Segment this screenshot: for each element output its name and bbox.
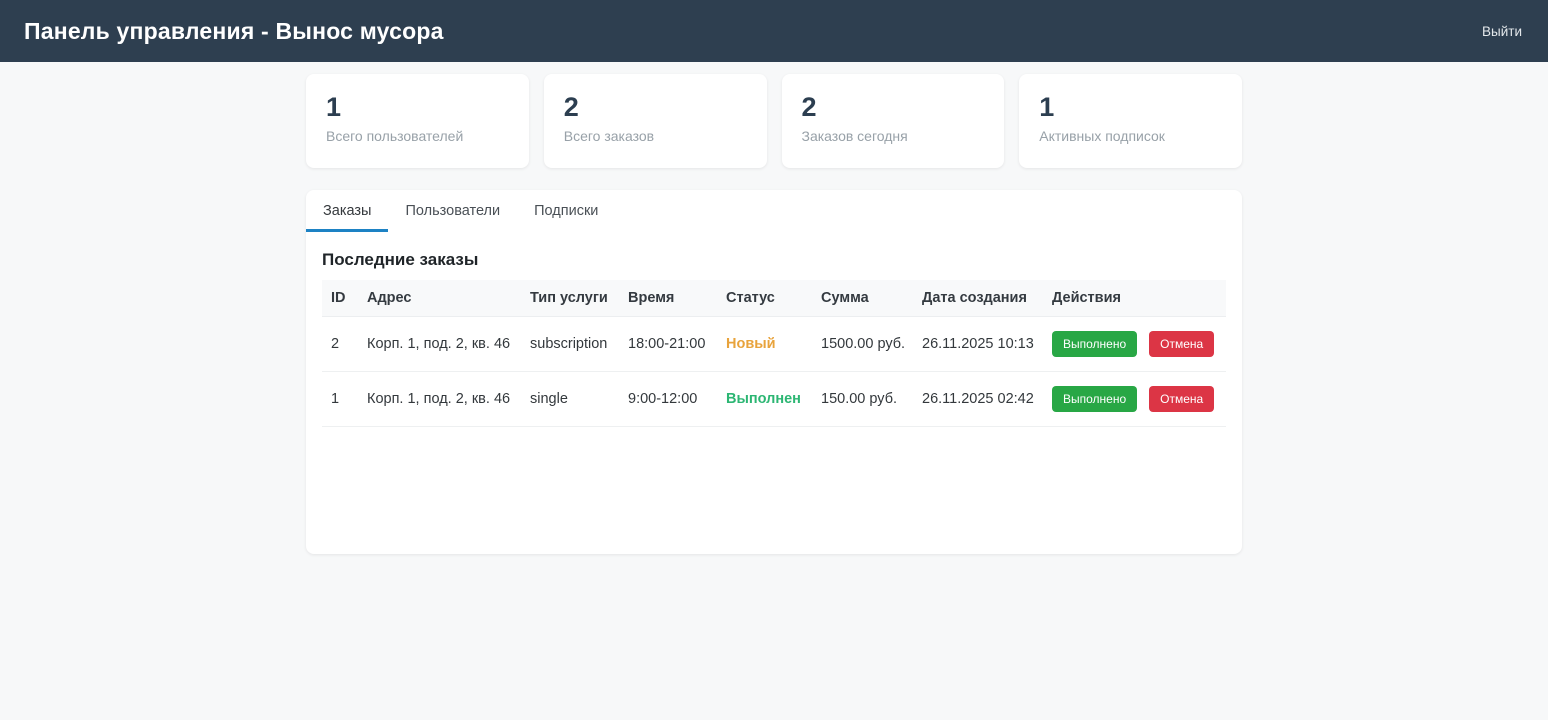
- col-header-amount: Сумма: [812, 280, 913, 317]
- stat-label: Всего заказов: [563, 127, 655, 144]
- tab-bar: Заказы Пользователи Подписки: [306, 190, 1242, 232]
- stat-value: 2: [801, 92, 817, 122]
- tab-users[interactable]: Пользователи: [388, 190, 517, 232]
- stat-value: 1: [326, 92, 342, 122]
- cancel-order-button[interactable]: Отмена: [1149, 331, 1215, 357]
- stats-row: 1 Всего пользователей 2 Всего заказов 2 …: [306, 74, 1242, 168]
- stat-value: 1: [1039, 92, 1055, 122]
- tab-orders[interactable]: Заказы: [306, 190, 389, 232]
- stat-card-total-orders: 2 Всего заказов: [543, 74, 767, 168]
- order-address: Корп. 1, под. 2, кв. 46: [358, 371, 521, 427]
- order-created-at: 26.11.2025 10:13: [913, 316, 1043, 372]
- order-amount: 1500.00 руб.: [812, 316, 913, 372]
- stat-card-total-users: 1 Всего пользователей: [306, 74, 529, 168]
- order-id: 2: [322, 316, 358, 372]
- stat-label: Всего пользователей: [326, 127, 464, 144]
- content-panel: Заказы Пользователи Подписки Последние з…: [306, 190, 1242, 554]
- logout-button[interactable]: Выйти: [1482, 24, 1522, 39]
- orders-section-title: Последние заказы: [322, 250, 479, 269]
- orders-table-header: ID Адрес Тип услуги Время Статус Сумма Д…: [322, 280, 1226, 317]
- complete-order-button[interactable]: Выполнено: [1052, 331, 1138, 357]
- table-row: 1 Корп. 1, под. 2, кв. 46 single 9:00-12…: [322, 371, 1226, 427]
- order-actions: Выполнено Отмена: [1043, 316, 1226, 372]
- table-row: 2 Корп. 1, под. 2, кв. 46 subscription 1…: [322, 316, 1226, 372]
- order-created-at: 26.11.2025 02:42: [913, 371, 1043, 427]
- cancel-order-button[interactable]: Отмена: [1149, 386, 1215, 412]
- order-actions: Выполнено Отмена: [1043, 371, 1226, 427]
- col-header-actions: Действия: [1043, 280, 1226, 317]
- order-time: 18:00-21:00: [619, 316, 717, 372]
- stat-card-orders-today: 2 Заказов сегодня: [781, 74, 1005, 168]
- order-time: 9:00-12:00: [619, 371, 717, 427]
- stat-card-active-subscriptions: 1 Активных подписок: [1019, 74, 1242, 168]
- orders-tab-content: Последние заказы ID Адрес Тип услуги Вре…: [306, 232, 1242, 443]
- col-header-time: Время: [619, 280, 717, 317]
- col-header-created: Дата создания: [913, 280, 1043, 317]
- order-id: 1: [322, 371, 358, 427]
- col-header-service-type: Тип услуги: [521, 280, 619, 317]
- complete-order-button[interactable]: Выполнено: [1052, 386, 1138, 412]
- stat-label: Активных подписок: [1039, 127, 1165, 144]
- stat-value: 2: [563, 92, 579, 122]
- order-status: Новый: [717, 316, 812, 372]
- order-service-type: subscription: [521, 316, 619, 372]
- order-address: Корп. 1, под. 2, кв. 46: [358, 316, 521, 372]
- col-header-id: ID: [322, 280, 358, 317]
- order-amount: 150.00 руб.: [812, 371, 913, 427]
- top-navbar: Панель управления - Вынос мусора Выйти: [0, 0, 1548, 62]
- orders-table: ID Адрес Тип услуги Время Статус Сумма Д…: [322, 280, 1226, 427]
- col-header-address: Адрес: [358, 280, 521, 317]
- col-header-status: Статус: [717, 280, 812, 317]
- page-title: Панель управления - Вынос мусора: [24, 17, 444, 44]
- order-status: Выполнен: [717, 371, 812, 427]
- tab-subscriptions[interactable]: Подписки: [517, 190, 615, 232]
- main-container: 1 Всего пользователей 2 Всего заказов 2 …: [306, 74, 1242, 554]
- order-service-type: single: [521, 371, 619, 427]
- stat-label: Заказов сегодня: [801, 127, 908, 144]
